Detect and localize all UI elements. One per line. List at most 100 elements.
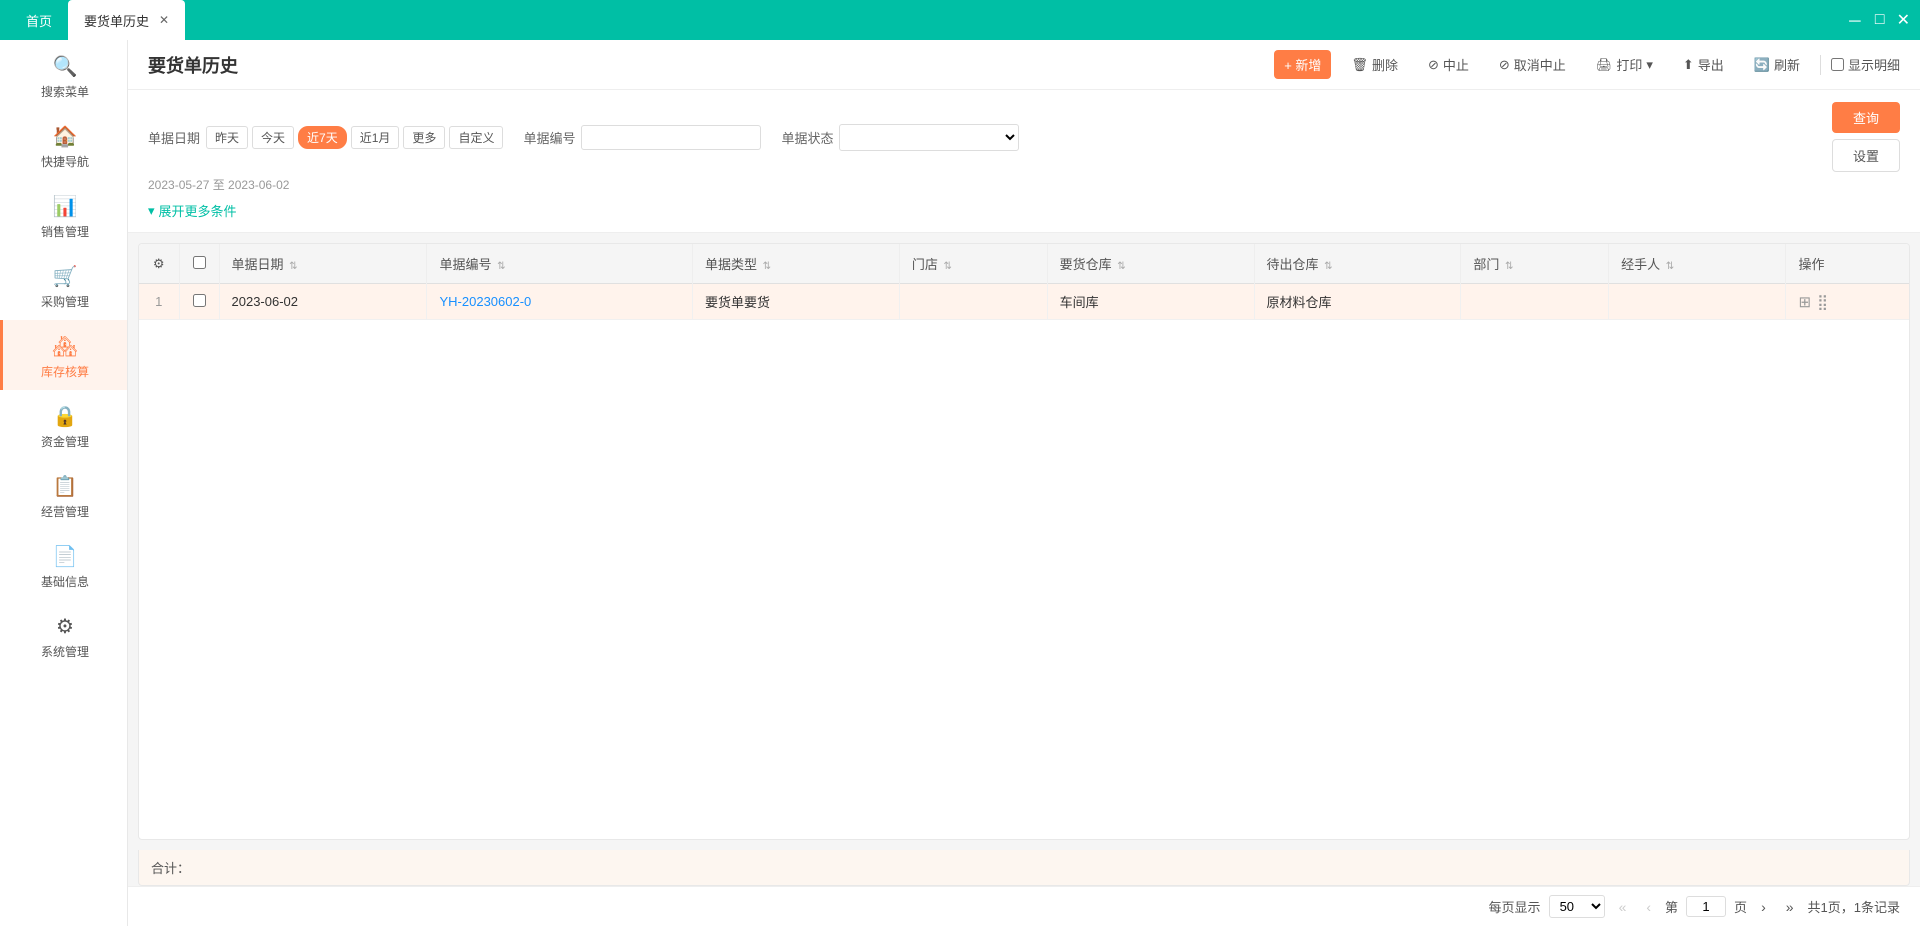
col-order-type[interactable]: 单据类型 ⇅: [692, 244, 899, 284]
col-store[interactable]: 门店 ⇅: [899, 244, 1047, 284]
order-no-link[interactable]: YH-20230602-0: [439, 294, 531, 309]
order-type-sort-icon: ⇅: [763, 261, 771, 272]
row-actions-cell: ⊞ ⣿: [1786, 284, 1909, 320]
window-minimize-icon[interactable]: －: [1847, 8, 1863, 32]
window-maximize-icon[interactable]: □: [1875, 11, 1885, 29]
refresh-icon: 🔄: [1754, 57, 1770, 73]
date-btn-1month[interactable]: 近1月: [351, 126, 400, 149]
page-input[interactable]: [1686, 896, 1726, 917]
print-dropdown-icon: ▾: [1646, 57, 1653, 73]
prev-page-btn[interactable]: ‹: [1640, 897, 1657, 917]
per-page-select[interactable]: 50 10 20 100: [1549, 895, 1605, 918]
refresh-button[interactable]: 🔄 刷新: [1744, 50, 1810, 79]
date-filter-buttons: 昨天 今天 近7天 近1月 更多 自定义: [206, 126, 503, 149]
sidebar-item-sales[interactable]: 📊 销售管理: [0, 180, 127, 250]
status-select[interactable]: [839, 124, 1019, 151]
page-suffix-label: 页: [1734, 897, 1747, 916]
total-info: 共1页，1条记录: [1808, 897, 1900, 916]
display-detail-toggle[interactable]: 显示明细: [1831, 55, 1900, 74]
order-no-input[interactable]: [581, 125, 761, 150]
toolbar-divider: [1820, 55, 1821, 75]
sidebar-item-system[interactable]: ⚙ 系统管理: [0, 600, 127, 670]
department-sort-icon: ⇅: [1505, 261, 1513, 272]
basic-info-icon: 📄: [53, 544, 78, 569]
col-order-no[interactable]: 单据编号 ⇅: [427, 244, 692, 284]
filter-actions: 查询 设置: [1832, 102, 1900, 172]
sidebar-item-search-menu[interactable]: 🔍 搜索菜单: [0, 40, 127, 110]
sidebar-item-finance-label: 资金管理: [41, 433, 89, 450]
delete-button[interactable]: 🗑 删除: [1341, 50, 1408, 79]
operations-icon: 📋: [53, 474, 78, 499]
next-page-btn[interactable]: ›: [1755, 897, 1772, 917]
req-warehouse-sort-icon: ⇅: [1117, 261, 1125, 272]
col-checkbox: [179, 244, 219, 284]
tab-purchase-history[interactable]: 要货单历史 ✕: [68, 0, 185, 40]
date-btn-yesterday[interactable]: 昨天: [206, 126, 248, 149]
print-button[interactable]: 🖨 打印 ▾: [1586, 50, 1663, 79]
order-no-label: 单据编号: [523, 128, 575, 147]
home-icon: 🏠: [53, 124, 78, 149]
date-btn-today[interactable]: 今天: [252, 126, 294, 149]
date-btn-custom[interactable]: 自定义: [449, 126, 503, 149]
table-row: 1 2023-06-02 YH-20230602-0 要货单要货 车间库 原材料…: [139, 284, 1909, 320]
order-no-filter-group: 单据编号: [523, 125, 761, 150]
expand-more-btn[interactable]: ▾ 展开更多条件: [148, 201, 1900, 220]
row-more-icon[interactable]: ⣿: [1817, 293, 1828, 311]
finance-icon: 🔒: [53, 404, 78, 429]
delete-icon: 🗑: [1351, 57, 1368, 73]
display-detail-checkbox[interactable]: [1831, 58, 1844, 71]
sidebar-item-purchase[interactable]: 🛒 采购管理: [0, 250, 127, 320]
date-filter-label: 单据日期: [148, 128, 200, 147]
col-handler[interactable]: 经手人 ⇅: [1609, 244, 1786, 284]
col-actions: 操作: [1786, 244, 1909, 284]
col-req-warehouse[interactable]: 要货仓库 ⇅: [1047, 244, 1254, 284]
table-container: ⚙ 单据日期 ⇅ 单据编号 ⇅ 单据类型 ⇅ 门店 ⇅ 要货仓库 ⇅ 待出仓库 …: [138, 243, 1910, 840]
toolbar: + 新增 🗑 删除 ⊘ 中止 ⊘ 取消中止 🖨 打印 ▾: [1274, 50, 1900, 79]
date-btn-7days[interactable]: 近7天: [298, 126, 347, 149]
sales-icon: 📊: [53, 194, 78, 219]
query-button[interactable]: 查询: [1832, 102, 1900, 133]
col-settings[interactable]: ⚙: [139, 244, 179, 284]
col-department[interactable]: 部门 ⇅: [1461, 244, 1609, 284]
content-area: 要货单历史 + 新增 🗑 删除 ⊘ 中止 ⊘ 取消中止 🖨 打印: [128, 40, 1920, 926]
tab-close-icon[interactable]: ✕: [159, 13, 169, 27]
row-store: [899, 284, 1047, 320]
status-label: 单据状态: [781, 128, 833, 147]
export-button[interactable]: ⬆ 导出: [1673, 50, 1734, 79]
row-checkbox[interactable]: [193, 294, 206, 307]
settings-button[interactable]: 设置: [1832, 139, 1900, 172]
date-btn-more[interactable]: 更多: [403, 126, 445, 149]
row-pending-warehouse: 原材料仓库: [1254, 284, 1461, 320]
tab-home[interactable]: 首页: [10, 0, 68, 40]
stop-button[interactable]: ⊘ 中止: [1418, 50, 1479, 79]
row-edit-icon[interactable]: ⊞: [1798, 293, 1811, 311]
row-order-no: YH-20230602-0: [427, 284, 692, 320]
window-close-icon[interactable]: ✕: [1897, 10, 1910, 30]
row-req-warehouse: 车间库: [1047, 284, 1254, 320]
page-prefix-label: 第: [1665, 897, 1678, 916]
stop-icon: ⊘: [1428, 57, 1439, 73]
select-all-checkbox[interactable]: [193, 256, 206, 269]
col-pending-warehouse[interactable]: 待出仓库 ⇅: [1254, 244, 1461, 284]
page-title: 要货单历史: [148, 52, 1274, 78]
cancel-stop-icon: ⊘: [1499, 57, 1510, 73]
last-page-btn[interactable]: »: [1780, 897, 1800, 917]
sidebar-item-finance[interactable]: 🔒 资金管理: [0, 390, 127, 460]
sidebar-item-inventory[interactable]: 🏘 库存核算: [0, 320, 127, 390]
sidebar-item-quick-nav[interactable]: 🏠 快捷导航: [0, 110, 127, 180]
first-page-btn[interactable]: «: [1613, 897, 1633, 917]
pending-warehouse-sort-icon: ⇅: [1324, 261, 1332, 272]
col-date[interactable]: 单据日期 ⇅: [219, 244, 427, 284]
page-header: 要货单历史 + 新增 🗑 删除 ⊘ 中止 ⊘ 取消中止 🖨 打印: [128, 40, 1920, 90]
export-icon: ⬆: [1683, 57, 1694, 73]
sidebar-item-operations[interactable]: 📋 经营管理: [0, 460, 127, 530]
pagination: 每页显示 50 10 20 100 « ‹ 第 页 › » 共1页，1条记录: [128, 886, 1920, 926]
sidebar-item-quick-nav-label: 快捷导航: [41, 153, 89, 170]
row-num: 1: [139, 284, 179, 320]
expand-icon: ▾: [148, 203, 155, 219]
cancel-stop-button[interactable]: ⊘ 取消中止: [1489, 50, 1576, 79]
new-button[interactable]: + 新增: [1274, 50, 1331, 79]
sidebar-item-system-label: 系统管理: [41, 643, 89, 660]
main-layout: 🔍 搜索菜单 🏠 快捷导航 📊 销售管理 🛒 采购管理 🏘 库存核算 🔒 资金管…: [0, 40, 1920, 926]
sidebar-item-basic-info[interactable]: 📄 基础信息: [0, 530, 127, 600]
